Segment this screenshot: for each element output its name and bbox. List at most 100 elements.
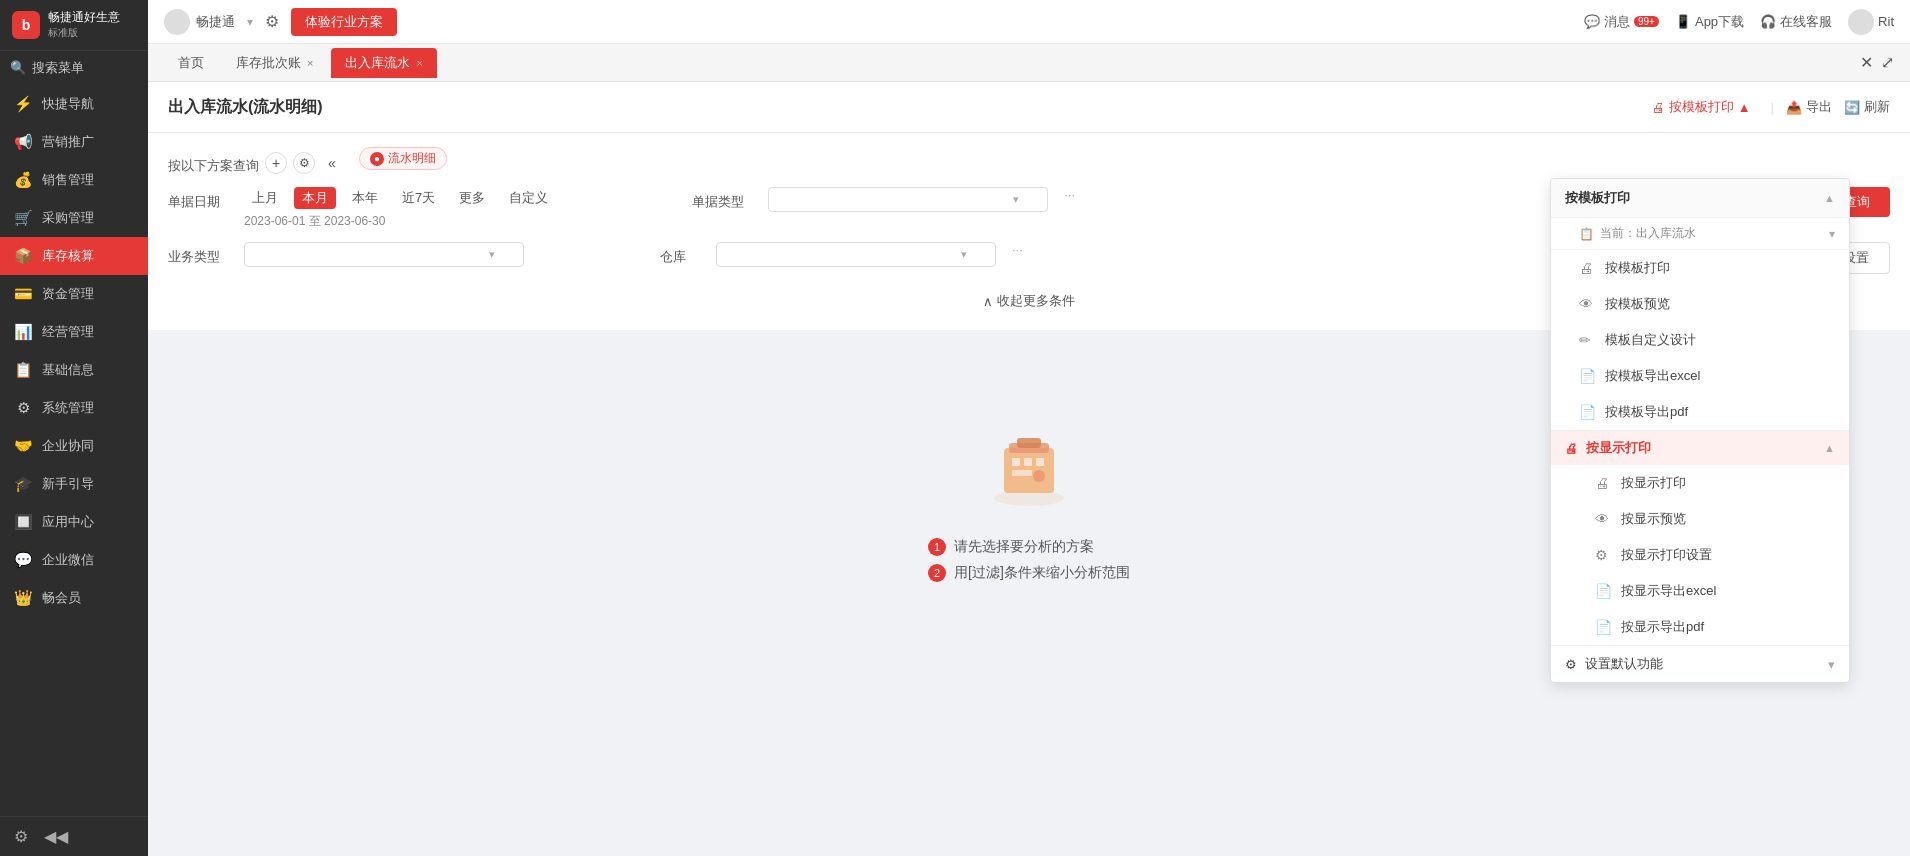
date-option-last-month[interactable]: 上月 bbox=[244, 187, 286, 209]
messages-badge: 99+ bbox=[1634, 16, 1659, 27]
filter-add-button[interactable]: + bbox=[265, 152, 287, 174]
sidebar-item-purchase[interactable]: 🛒 采购管理 bbox=[0, 199, 148, 237]
sidebar-nav: ⚡ 快捷导航 📢 营销推广 💰 销售管理 🛒 采购管理 📦 库存核算 💳 资金管… bbox=[0, 85, 148, 816]
tab-flow[interactable]: 出入库流水 × bbox=[331, 48, 436, 78]
tab-home[interactable]: 首页 bbox=[164, 48, 218, 78]
dropdown-footer[interactable]: ⚙ 设置默认功能 ▾ bbox=[1551, 645, 1849, 682]
sidebar-item-system[interactable]: ⚙ 系统管理 bbox=[0, 389, 148, 427]
sidebar-collapse-icon[interactable]: ◀◀ bbox=[44, 827, 68, 846]
sidebar-item-label: 应用中心 bbox=[42, 513, 94, 531]
date-option-more[interactable]: 更多 bbox=[451, 187, 493, 209]
topbar-user: 畅捷通 bbox=[164, 9, 235, 35]
filter-tag-flow[interactable]: ● 流水明细 bbox=[359, 147, 447, 170]
tab-flow-close-icon[interactable]: × bbox=[416, 57, 422, 69]
export-button[interactable]: 📤 导出 bbox=[1786, 98, 1832, 116]
dropdown-title: 按模板打印 bbox=[1565, 189, 1630, 207]
sidebar-item-marketing[interactable]: 📢 营销推广 bbox=[0, 123, 148, 161]
date-options: 上月 本月 本年 近7天 更多 自定义 bbox=[244, 187, 556, 209]
svg-rect-4 bbox=[1012, 458, 1020, 466]
industry-solution-button[interactable]: 体验行业方案 bbox=[291, 8, 397, 36]
dropdown-collapse-icon[interactable]: ▲ bbox=[1824, 192, 1835, 204]
filter-settings-button[interactable]: ⚙ bbox=[293, 152, 315, 174]
display-pdf-label: 按显示导出pdf bbox=[1621, 618, 1704, 636]
printer-icon: 🖨 bbox=[1652, 100, 1665, 115]
dropdown-item-display-excel[interactable]: 📄 按显示导出excel bbox=[1551, 573, 1849, 609]
dropdown-item-template-print[interactable]: 🖨 按模板打印 bbox=[1551, 250, 1849, 286]
sidebar-item-label: 企业微信 bbox=[42, 551, 94, 569]
window-expand-icon[interactable]: ⤢ bbox=[1881, 53, 1894, 72]
sidebar-item-newbie[interactable]: 🎓 新手引导 bbox=[0, 465, 148, 503]
user-name: 畅捷通 bbox=[196, 13, 235, 31]
topbar-right: 💬 消息 99+ 📱 App下载 🎧 在线客服 Rit bbox=[1584, 9, 1894, 35]
collapse-label: 收起更多条件 bbox=[997, 292, 1075, 310]
dropdown-item-display-preview[interactable]: 👁 按显示预览 bbox=[1551, 501, 1849, 537]
sidebar-item-cooperation[interactable]: 🤝 企业协同 bbox=[0, 427, 148, 465]
marketing-icon: 📢 bbox=[14, 133, 32, 151]
display-preview-icon: 👁 bbox=[1595, 511, 1611, 527]
date-option-this-month[interactable]: 本月 bbox=[294, 187, 336, 209]
filter-collapse-button[interactable]: « bbox=[321, 152, 343, 174]
refresh-icon: 🔄 bbox=[1844, 100, 1860, 115]
empty-step-2: 2 用[过滤]条件来缩小分析范围 bbox=[928, 564, 1130, 582]
warehouse-select[interactable]: ▾ bbox=[716, 242, 996, 267]
messages-button[interactable]: 💬 消息 99+ bbox=[1584, 13, 1659, 31]
dropdown-item-display-settings[interactable]: ⚙ 按显示打印设置 bbox=[1551, 537, 1849, 573]
search-menu[interactable]: 🔍 搜索菜单 bbox=[0, 51, 148, 85]
date-option-custom[interactable]: 自定义 bbox=[501, 187, 556, 209]
tab-batch-account-label: 库存批次账 bbox=[236, 54, 301, 72]
tab-batch-account-close-icon[interactable]: × bbox=[307, 57, 313, 69]
inventory-icon: 📦 bbox=[14, 247, 32, 265]
wecom-icon: 💬 bbox=[14, 551, 32, 569]
sidebar-item-wecom[interactable]: 💬 企业微信 bbox=[0, 541, 148, 579]
dropdown-item-display-pdf[interactable]: 📄 按显示导出pdf bbox=[1551, 609, 1849, 645]
online-service-button[interactable]: 🎧 在线客服 bbox=[1760, 13, 1832, 31]
sidebar-item-label: 新手引导 bbox=[42, 475, 94, 493]
topbar-user-menu[interactable]: Rit bbox=[1848, 9, 1894, 35]
search-icon: 🔍 bbox=[10, 60, 26, 75]
template-custom-icon: ✏ bbox=[1579, 332, 1595, 348]
dropdown-item-template-preview[interactable]: 👁 按模板预览 bbox=[1551, 286, 1849, 322]
topbar-settings-icon[interactable]: ⚙ bbox=[265, 12, 279, 31]
user-display-name: Rit bbox=[1878, 14, 1894, 29]
sidebar-item-appcenter[interactable]: 🔲 应用中心 bbox=[0, 503, 148, 541]
sidebar-item-basics[interactable]: 📋 基础信息 bbox=[0, 351, 148, 389]
date-option-this-year[interactable]: 本年 bbox=[344, 187, 386, 209]
warehouse-chevron-down-icon: ▾ bbox=[961, 248, 967, 261]
template-print-button[interactable]: 🖨 按模板打印 ▲ bbox=[1644, 94, 1759, 120]
business-type-select[interactable]: ▾ bbox=[244, 242, 524, 267]
current-template-icon: 📋 bbox=[1579, 227, 1594, 241]
sidebar-item-quick-nav[interactable]: ⚡ 快捷导航 bbox=[0, 85, 148, 123]
sidebar-item-label: 营销推广 bbox=[42, 133, 94, 151]
date-option-7days[interactable]: 近7天 bbox=[394, 187, 443, 209]
step-2-number: 2 bbox=[928, 564, 946, 582]
app-download-label: App下载 bbox=[1695, 13, 1744, 31]
sidebar-settings-icon[interactable]: ⚙ bbox=[14, 827, 28, 846]
bill-type-more-icon[interactable]: ··· bbox=[1064, 187, 1075, 202]
dropdown-item-display-print[interactable]: 🖨 按显示打印 bbox=[1551, 465, 1849, 501]
template-print-label: 按模板打印 bbox=[1669, 98, 1734, 116]
window-close-icon[interactable]: ✕ bbox=[1860, 53, 1873, 72]
template-print-chevron-up-icon: ▲ bbox=[1738, 100, 1751, 115]
sidebar-item-membership[interactable]: 👑 畅会员 bbox=[0, 579, 148, 617]
dropdown-item-template-pdf[interactable]: 📄 按模板导出pdf bbox=[1551, 394, 1849, 431]
sidebar-item-inventory[interactable]: 📦 库存核算 bbox=[0, 237, 148, 275]
topbar-dropdown-icon[interactable]: ▾ bbox=[247, 15, 253, 29]
cooperation-icon: 🤝 bbox=[14, 437, 32, 455]
operations-icon: 📊 bbox=[14, 323, 32, 341]
dropdown-item-template-custom[interactable]: ✏ 模板自定义设计 bbox=[1551, 322, 1849, 358]
app-download-button[interactable]: 📱 App下载 bbox=[1675, 13, 1744, 31]
bill-type-select[interactable]: ▾ bbox=[768, 187, 1048, 212]
default-settings-label: 设置默认功能 bbox=[1585, 655, 1663, 673]
sidebar: b 畅捷通好生意 标准版 🔍 搜索菜单 ⚡ 快捷导航 📢 营销推广 💰 销售管理… bbox=[0, 0, 148, 856]
tab-batch-account[interactable]: 库存批次账 × bbox=[222, 48, 327, 78]
display-section-header[interactable]: 🖨 按显示打印 ▲ bbox=[1551, 431, 1849, 465]
online-service-label: 在线客服 bbox=[1780, 13, 1832, 31]
basics-icon: 📋 bbox=[14, 361, 32, 379]
sidebar-item-finance[interactable]: 💳 资金管理 bbox=[0, 275, 148, 313]
dropdown-item-template-excel[interactable]: 📄 按模板导出excel bbox=[1551, 358, 1849, 394]
svg-rect-7 bbox=[1012, 470, 1032, 476]
sidebar-item-operations[interactable]: 📊 经营管理 bbox=[0, 313, 148, 351]
warehouse-more-icon[interactable]: ··· bbox=[1012, 242, 1023, 257]
sidebar-item-sales[interactable]: 💰 销售管理 bbox=[0, 161, 148, 199]
refresh-button[interactable]: 🔄 刷新 bbox=[1844, 98, 1890, 116]
